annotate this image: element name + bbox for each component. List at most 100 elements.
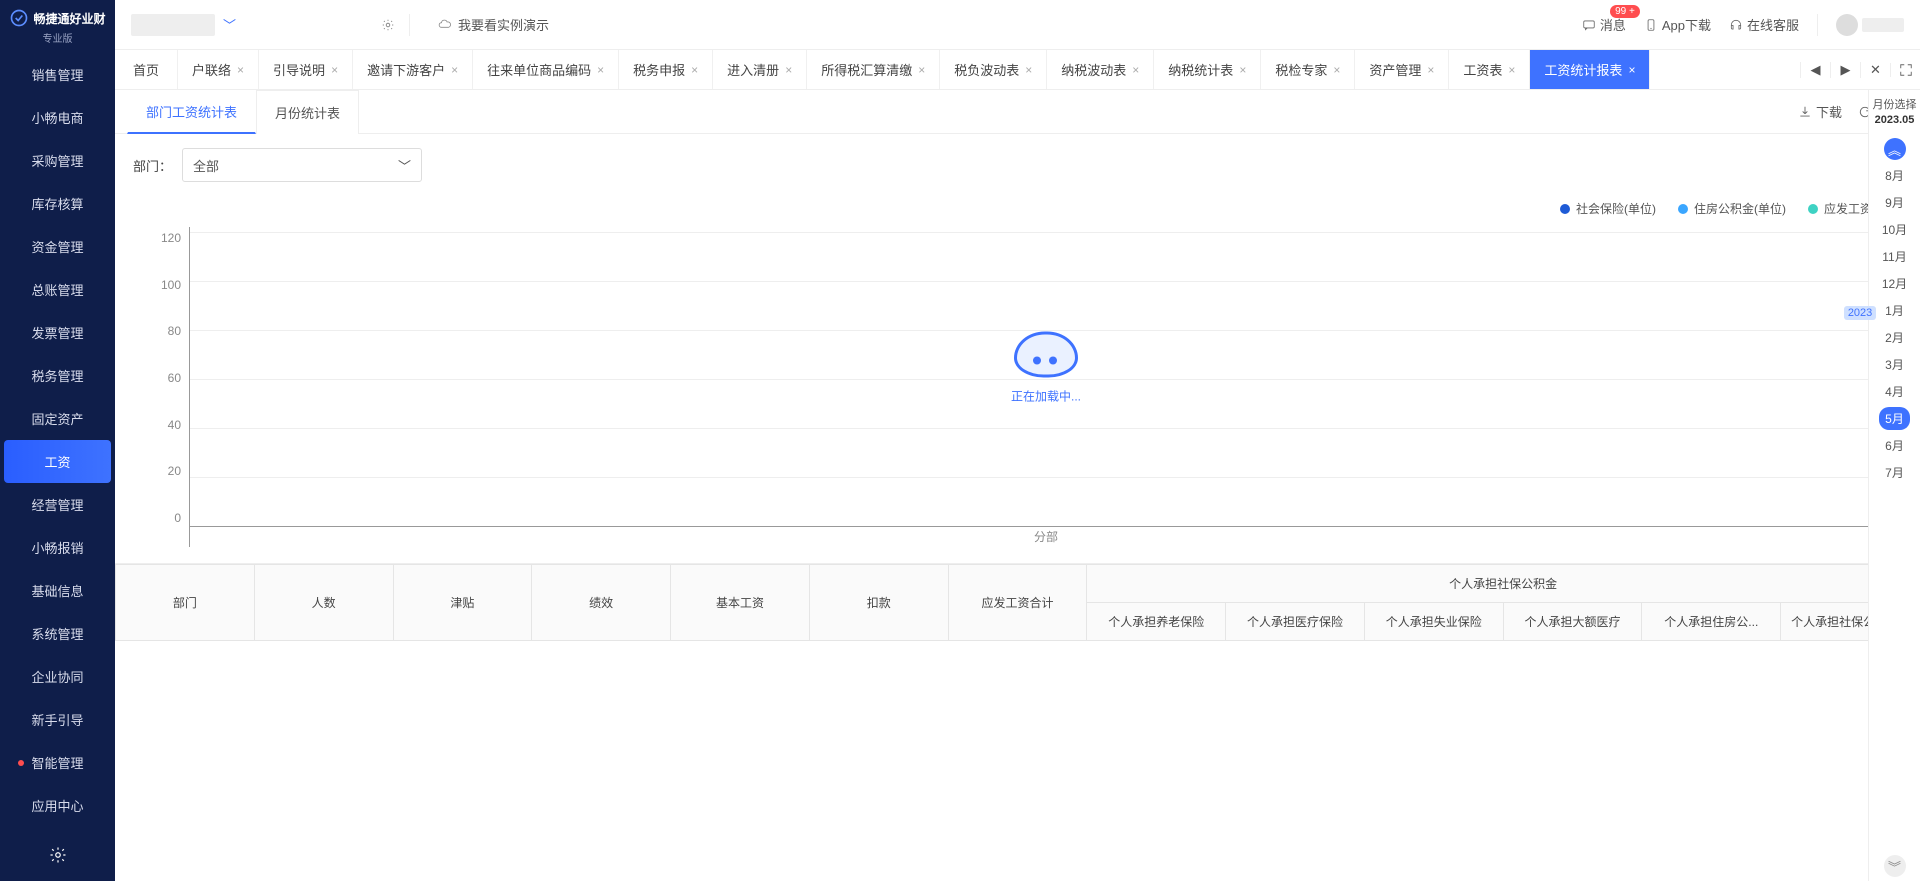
month-item-9[interactable]: 5月 xyxy=(1879,407,1910,430)
loading-text: 正在加载中... xyxy=(1011,387,1081,404)
tab-close-icon[interactable]: × xyxy=(1025,63,1032,77)
app-download-button[interactable]: App下载 xyxy=(1644,15,1711,34)
month-year-tag: 2023 xyxy=(1844,306,1876,320)
legend-label: 社会保险(单位) xyxy=(1576,200,1656,217)
tab-4[interactable]: 税务申报× xyxy=(619,50,713,89)
sidebar-item-3[interactable]: 库存核算 xyxy=(0,182,115,225)
sidebar-item-17[interactable]: 应用中心 xyxy=(0,784,115,827)
legend-item[interactable]: 社会保险(单位) xyxy=(1560,200,1656,217)
sidebar-item-14[interactable]: 企业协同 xyxy=(0,655,115,698)
user-menu[interactable] xyxy=(1836,14,1904,36)
month-scroll-down[interactable]: ︾ xyxy=(1884,855,1906,877)
sidebar-item-8[interactable]: 固定资产 xyxy=(0,397,115,440)
month-item-3[interactable]: 11月 xyxy=(1876,245,1912,268)
sidebar-item-9[interactable]: 工资 xyxy=(4,440,111,483)
month-item-10[interactable]: 6月 xyxy=(1879,434,1910,457)
tab-10[interactable]: 税检专家× xyxy=(1261,50,1355,89)
demo-link[interactable]: 我要看实例演示 xyxy=(438,15,549,34)
message-button[interactable]: 消息 99 + xyxy=(1582,15,1626,34)
legend-label: 住房公积金(单位) xyxy=(1694,200,1786,217)
chart-xcategory: 分部 xyxy=(1034,528,1058,545)
sidebar-item-1[interactable]: 小畅电商 xyxy=(0,96,115,139)
tab-close-icon[interactable]: × xyxy=(691,63,698,77)
tab-close-icon[interactable]: × xyxy=(918,63,925,77)
tab-11[interactable]: 资产管理× xyxy=(1355,50,1449,89)
tab-0[interactable]: 户联络× xyxy=(178,50,259,89)
tab-scroll-left[interactable]: ◀ xyxy=(1800,62,1830,78)
month-item-1[interactable]: 9月 xyxy=(1879,191,1910,214)
table-header: 人数 xyxy=(254,565,393,641)
month-scroll-up[interactable]: ︽ xyxy=(1884,138,1906,160)
tab-5[interactable]: 进入清册× xyxy=(713,50,807,89)
tab-home[interactable]: 首页 xyxy=(115,50,178,89)
tab-close-icon[interactable]: × xyxy=(1508,63,1515,77)
tab-label: 纳税统计表 xyxy=(1168,60,1233,79)
subtab-0[interactable]: 部门工资统计表 xyxy=(127,90,256,134)
sidebar-item-16[interactable]: 智能管理 xyxy=(0,741,115,784)
sidebar-item-7[interactable]: 税务管理 xyxy=(0,354,115,397)
month-item-4[interactable]: 12月 xyxy=(1876,272,1913,295)
legend-swatch xyxy=(1560,204,1570,214)
sidebar-item-2[interactable]: 采购管理 xyxy=(0,139,115,182)
tab-12[interactable]: 工资表× xyxy=(1449,50,1530,89)
month-item-5[interactable]: 1月 xyxy=(1879,299,1910,322)
tab-3[interactable]: 往来单位商品编码× xyxy=(473,50,619,89)
fullscreen-button[interactable] xyxy=(1890,63,1920,77)
tab-close-icon[interactable]: × xyxy=(1427,63,1434,77)
loading-icon xyxy=(1014,331,1078,377)
month-item-8[interactable]: 4月 xyxy=(1879,380,1910,403)
sidebar-item-15[interactable]: 新手引导 xyxy=(0,698,115,741)
subtab-1[interactable]: 月份统计表 xyxy=(256,90,359,134)
month-item-7[interactable]: 3月 xyxy=(1879,353,1910,376)
tab-8[interactable]: 纳税波动表× xyxy=(1047,50,1154,89)
tab-close-icon[interactable]: × xyxy=(1132,63,1139,77)
tab-1[interactable]: 引导说明× xyxy=(259,50,353,89)
sidebar-item-11[interactable]: 小畅报销 xyxy=(0,526,115,569)
sidebar-item-label: 基础信息 xyxy=(31,584,83,599)
fullscreen-icon xyxy=(1899,63,1913,77)
sidebar-item-12[interactable]: 基础信息 xyxy=(0,569,115,612)
gear-icon[interactable] xyxy=(381,18,395,32)
legend-item[interactable]: 住房公积金(单位) xyxy=(1678,200,1786,217)
sidebar-item-5[interactable]: 总账管理 xyxy=(0,268,115,311)
sidebar-item-0[interactable]: 销售管理 xyxy=(0,53,115,96)
month-item-2[interactable]: 10月 xyxy=(1876,218,1913,241)
tab-2[interactable]: 邀请下游客户× xyxy=(353,50,473,89)
demo-label: 我要看实例演示 xyxy=(458,15,549,34)
tab-label: 税负波动表 xyxy=(954,60,1019,79)
tab-close-all[interactable]: ✕ xyxy=(1860,62,1890,78)
tab-13[interactable]: 工资统计报表× xyxy=(1530,50,1650,89)
tab-9[interactable]: 纳税统计表 × xyxy=(1154,50,1261,89)
table-header: 应发工资合计 xyxy=(948,565,1087,641)
tab-6[interactable]: 所得税汇算清缴× xyxy=(807,50,940,89)
tab-close-icon[interactable]: × xyxy=(1239,63,1246,77)
sidebar-item-10[interactable]: 经营管理 xyxy=(0,483,115,526)
month-item-11[interactable]: 7月 xyxy=(1879,461,1910,484)
tab-scroll-right[interactable]: ▶ xyxy=(1830,62,1860,78)
chart-yaxis: 120100806040200 xyxy=(133,227,189,547)
legend-swatch xyxy=(1808,204,1818,214)
org-selector[interactable]: ﹀ xyxy=(131,14,371,36)
tab-close-icon[interactable]: × xyxy=(1628,63,1635,77)
online-service-button[interactable]: 在线客服 xyxy=(1729,15,1799,34)
settings-button[interactable] xyxy=(0,832,115,881)
legend-swatch xyxy=(1678,204,1688,214)
month-item-6[interactable]: 2月 xyxy=(1879,326,1910,349)
tab-close-icon[interactable]: × xyxy=(237,63,244,77)
tab-close-icon[interactable]: × xyxy=(785,63,792,77)
tab-close-icon[interactable]: × xyxy=(1333,63,1340,77)
tab-close-icon[interactable]: × xyxy=(451,63,458,77)
table-header: 基本工资 xyxy=(671,565,810,641)
topbar: ﹀ 我要看实例演示 消息 99 + App下载 xyxy=(115,0,1920,50)
tab-7[interactable]: 税负波动表 × xyxy=(940,50,1047,89)
download-button[interactable]: 下载 xyxy=(1798,102,1842,121)
table-subheader: 个人承担养老保险 xyxy=(1087,603,1226,641)
sidebar-item-4[interactable]: 资金管理 xyxy=(0,225,115,268)
department-select[interactable]: 全部 ﹀ xyxy=(182,148,422,182)
tab-close-icon[interactable]: × xyxy=(597,63,604,77)
sidebar-item-13[interactable]: 系统管理 xyxy=(0,612,115,655)
avatar xyxy=(1836,14,1858,36)
sidebar-item-6[interactable]: 发票管理 xyxy=(0,311,115,354)
month-item-0[interactable]: 8月 xyxy=(1879,164,1910,187)
tab-close-icon[interactable]: × xyxy=(331,63,338,77)
